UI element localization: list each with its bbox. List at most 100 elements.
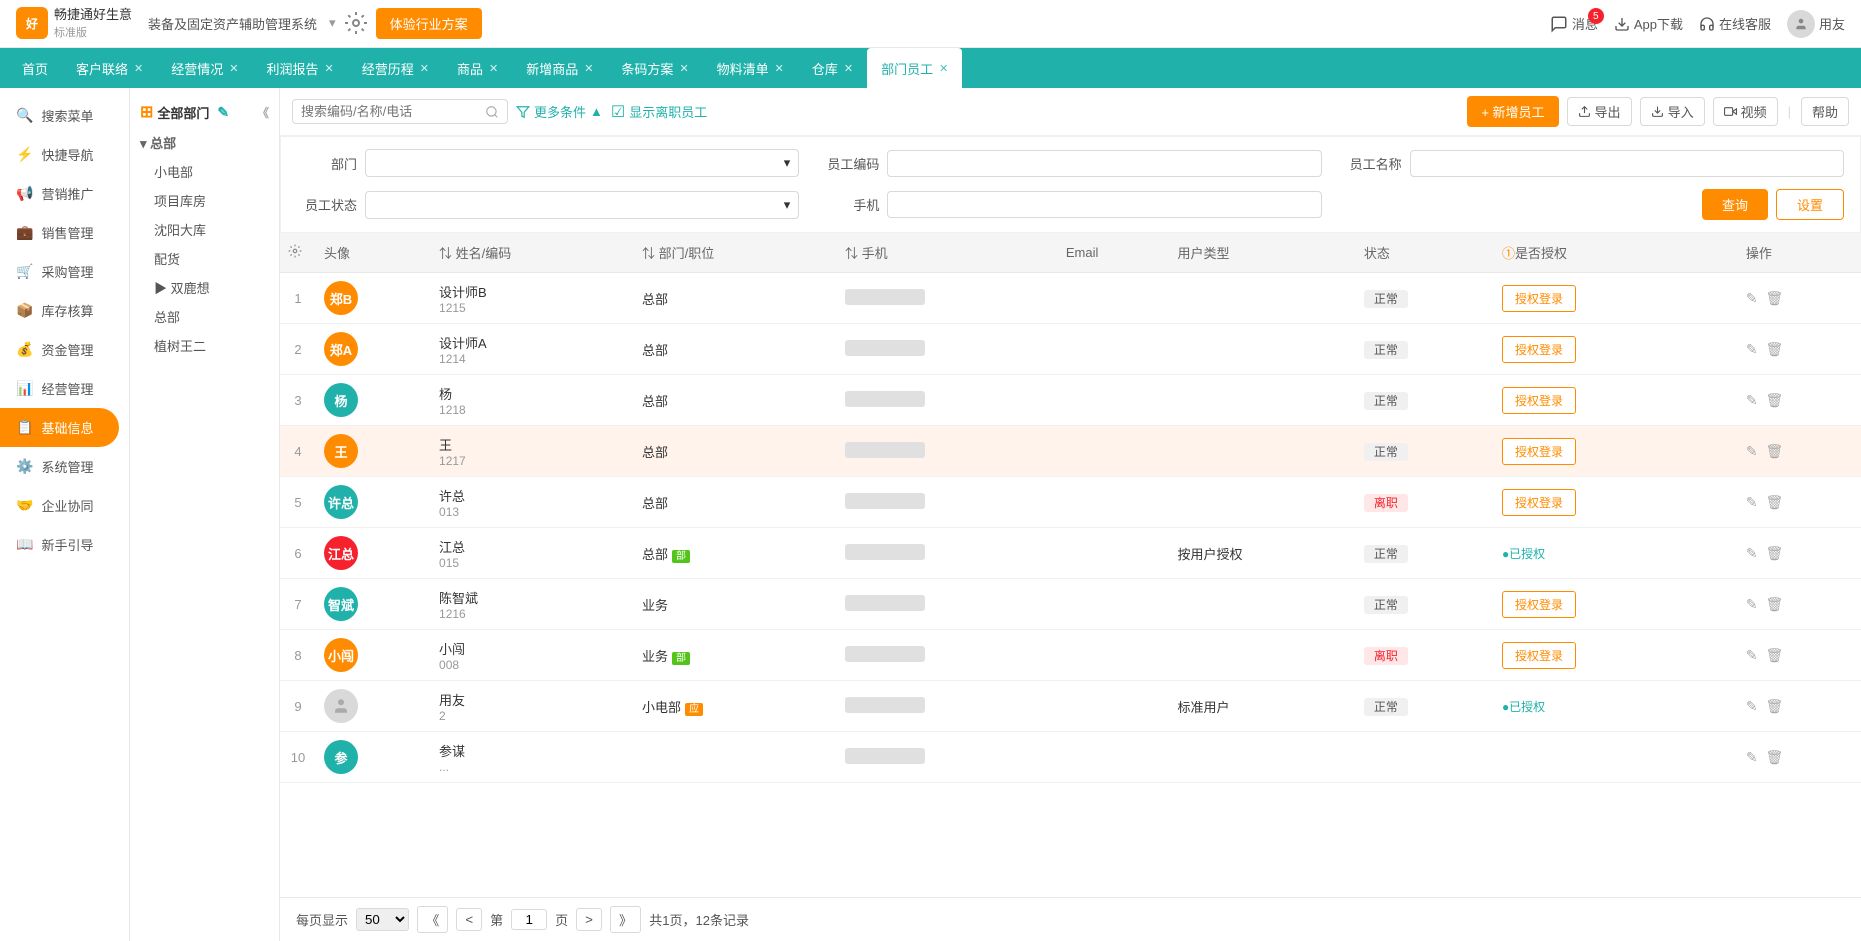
last-page-button[interactable]: 》 <box>610 906 641 933</box>
import-button[interactable]: 导入 <box>1640 97 1705 126</box>
auth-login-button[interactable]: 授权登录 <box>1502 285 1576 312</box>
edit-icon[interactable]: ✎ <box>1746 749 1758 766</box>
delete-icon[interactable]: 🗑 <box>1766 494 1784 511</box>
help-button[interactable]: 帮助 <box>1801 97 1849 126</box>
message-item[interactable]: 消息 5 <box>1550 14 1598 33</box>
nav-item-home[interactable]: 首页 <box>8 48 62 88</box>
dept-item-project[interactable]: 项目库房 <box>130 186 279 215</box>
close-icon[interactable]: ✕ <box>679 62 688 75</box>
delete-icon[interactable]: 🗑 <box>1766 749 1784 766</box>
trial-button[interactable]: 体验行业方案 <box>376 8 482 39</box>
delete-icon[interactable]: 🗑 <box>1766 596 1784 613</box>
close-icon[interactable]: ✕ <box>134 62 143 75</box>
close-icon[interactable]: ✕ <box>775 62 784 75</box>
close-icon[interactable]: ✕ <box>420 62 429 75</box>
show-ex-employees-check[interactable]: ☑ 显示离职员工 <box>611 102 707 122</box>
edit-icon[interactable]: ✎ <box>1746 341 1758 358</box>
sidebar-item-guide[interactable]: 📖 新手引导 <box>0 525 129 564</box>
nav-item-profit[interactable]: 利润报告 ✕ <box>252 48 347 88</box>
close-icon[interactable]: ✕ <box>844 62 853 75</box>
close-icon[interactable]: ✕ <box>489 62 498 75</box>
sidebar-item-system[interactable]: ⚙️ 系统管理 <box>0 447 129 486</box>
nav-item-employees[interactable]: 部门员工 ✕ <box>867 48 962 88</box>
col-auth[interactable]: ①是否授权 <box>1494 233 1701 273</box>
sidebar-item-management[interactable]: 📊 经营管理 <box>0 369 129 408</box>
edit-icon[interactable]: ✎ <box>1746 392 1758 409</box>
edit-icon[interactable]: ✎ <box>1746 290 1758 307</box>
dept-item-shuanglu[interactable]: ▶ 双鹿想 <box>130 273 279 302</box>
dept-item-zhishu[interactable]: 植树王二 <box>130 331 279 360</box>
sidebar-item-quicknav[interactable]: ⚡ 快捷导航 <box>0 135 129 174</box>
emp-name-input[interactable] <box>1410 150 1844 177</box>
dept-collapse-icon[interactable]: 《 <box>257 104 269 121</box>
delete-icon[interactable]: 🗑 <box>1766 290 1784 307</box>
sidebar-item-basic[interactable]: 📋 基础信息 <box>0 408 119 447</box>
system-dropdown-icon[interactable]: ▾ <box>329 15 336 31</box>
edit-icon[interactable]: ✎ <box>1746 647 1758 664</box>
delete-icon[interactable]: 🗑 <box>1766 341 1784 358</box>
more-conditions-btn[interactable]: 更多条件 ▲ <box>516 102 603 121</box>
search-icon[interactable] <box>485 105 499 119</box>
phone-input[interactable] <box>887 191 1321 218</box>
nav-item-warehouse[interactable]: 仓库 ✕ <box>798 48 867 88</box>
nav-item-barcode[interactable]: 条码方案 ✕ <box>607 48 702 88</box>
emp-status-select[interactable]: ▾ <box>365 191 799 219</box>
col-settings[interactable] <box>280 233 316 273</box>
sidebar-item-search[interactable]: 🔍 搜索菜单 <box>0 96 129 135</box>
first-page-button[interactable]: 《 <box>417 906 448 933</box>
auth-login-button[interactable]: 授权登录 <box>1502 591 1576 618</box>
dept-item-zongbu[interactable]: 总部 <box>130 302 279 331</box>
delete-icon[interactable]: 🗑 <box>1766 545 1784 562</box>
col-dept[interactable]: ⇅ 部门/职位 <box>634 233 837 273</box>
nav-item-customer[interactable]: 客户联络 ✕ <box>62 48 157 88</box>
emp-code-input[interactable] <box>887 150 1321 177</box>
edit-icon[interactable]: ✎ <box>1746 494 1758 511</box>
dept-item-peihuo[interactable]: 配货 <box>130 244 279 273</box>
nav-item-new-goods[interactable]: 新增商品 ✕ <box>512 48 607 88</box>
edit-icon[interactable]: ✎ <box>1746 545 1758 562</box>
close-icon[interactable]: ✕ <box>325 62 334 75</box>
delete-icon[interactable]: 🗑 <box>1766 647 1784 664</box>
auth-login-button[interactable]: 授权登录 <box>1502 438 1576 465</box>
auth-login-button[interactable]: 授权登录 <box>1502 489 1576 516</box>
add-employee-button[interactable]: + 新增员工 <box>1467 96 1558 127</box>
next-page-button[interactable]: > <box>576 908 602 931</box>
nav-item-history[interactable]: 经营历程 ✕ <box>348 48 443 88</box>
delete-icon[interactable]: 🗑 <box>1766 443 1784 460</box>
reset-button[interactable]: 设置 <box>1776 189 1844 220</box>
online-service-item[interactable]: 在线客服 <box>1699 14 1771 33</box>
page-size-select[interactable]: 50 100 200 <box>356 908 409 931</box>
dept-item-shenyang[interactable]: 沈阳大库 <box>130 215 279 244</box>
sidebar-item-purchase[interactable]: 🛒 采购管理 <box>0 252 129 291</box>
nav-item-operation[interactable]: 经营情况 ✕ <box>157 48 252 88</box>
dept-select[interactable]: ▾ <box>365 149 799 177</box>
close-icon[interactable]: ✕ <box>229 62 238 75</box>
edit-icon[interactable]: ✎ <box>1746 596 1758 613</box>
dept-edit-icon[interactable]: ✎ <box>217 104 229 121</box>
sidebar-item-marketing[interactable]: 📢 营销推广 <box>0 174 129 213</box>
close-icon[interactable]: ✕ <box>584 62 593 75</box>
page-number-input[interactable] <box>511 909 547 930</box>
edit-icon[interactable]: ✎ <box>1746 698 1758 715</box>
auth-login-button[interactable]: 授权登录 <box>1502 642 1576 669</box>
user-item[interactable]: 用友 <box>1787 10 1845 38</box>
export-button[interactable]: 导出 <box>1567 97 1632 126</box>
nav-item-bom[interactable]: 物料清单 ✕ <box>703 48 798 88</box>
delete-icon[interactable]: 🗑 <box>1766 698 1784 715</box>
auth-login-button[interactable]: 授权登录 <box>1502 387 1576 414</box>
delete-icon[interactable]: 🗑 <box>1766 392 1784 409</box>
dept-item-xiaodian[interactable]: 小电部 <box>130 157 279 186</box>
close-icon[interactable]: ✕ <box>939 62 948 75</box>
app-download-item[interactable]: App下载 <box>1614 14 1683 33</box>
sidebar-item-inventory[interactable]: 📦 库存核算 <box>0 291 129 330</box>
auth-login-button[interactable]: 授权登录 <box>1502 336 1576 363</box>
col-name[interactable]: ⇅ 姓名/编码 <box>431 233 634 273</box>
col-phone[interactable]: ⇅ 手机 <box>837 233 1058 273</box>
sidebar-item-finance[interactable]: 💰 资金管理 <box>0 330 129 369</box>
view-button[interactable]: 视频 <box>1713 97 1778 126</box>
settings-icon[interactable] <box>344 11 368 35</box>
sidebar-item-sales[interactable]: 💼 销售管理 <box>0 213 129 252</box>
prev-page-button[interactable]: < <box>456 908 482 931</box>
search-button[interactable]: 查询 <box>1702 189 1768 220</box>
sidebar-item-collab[interactable]: 🤝 企业协同 <box>0 486 129 525</box>
